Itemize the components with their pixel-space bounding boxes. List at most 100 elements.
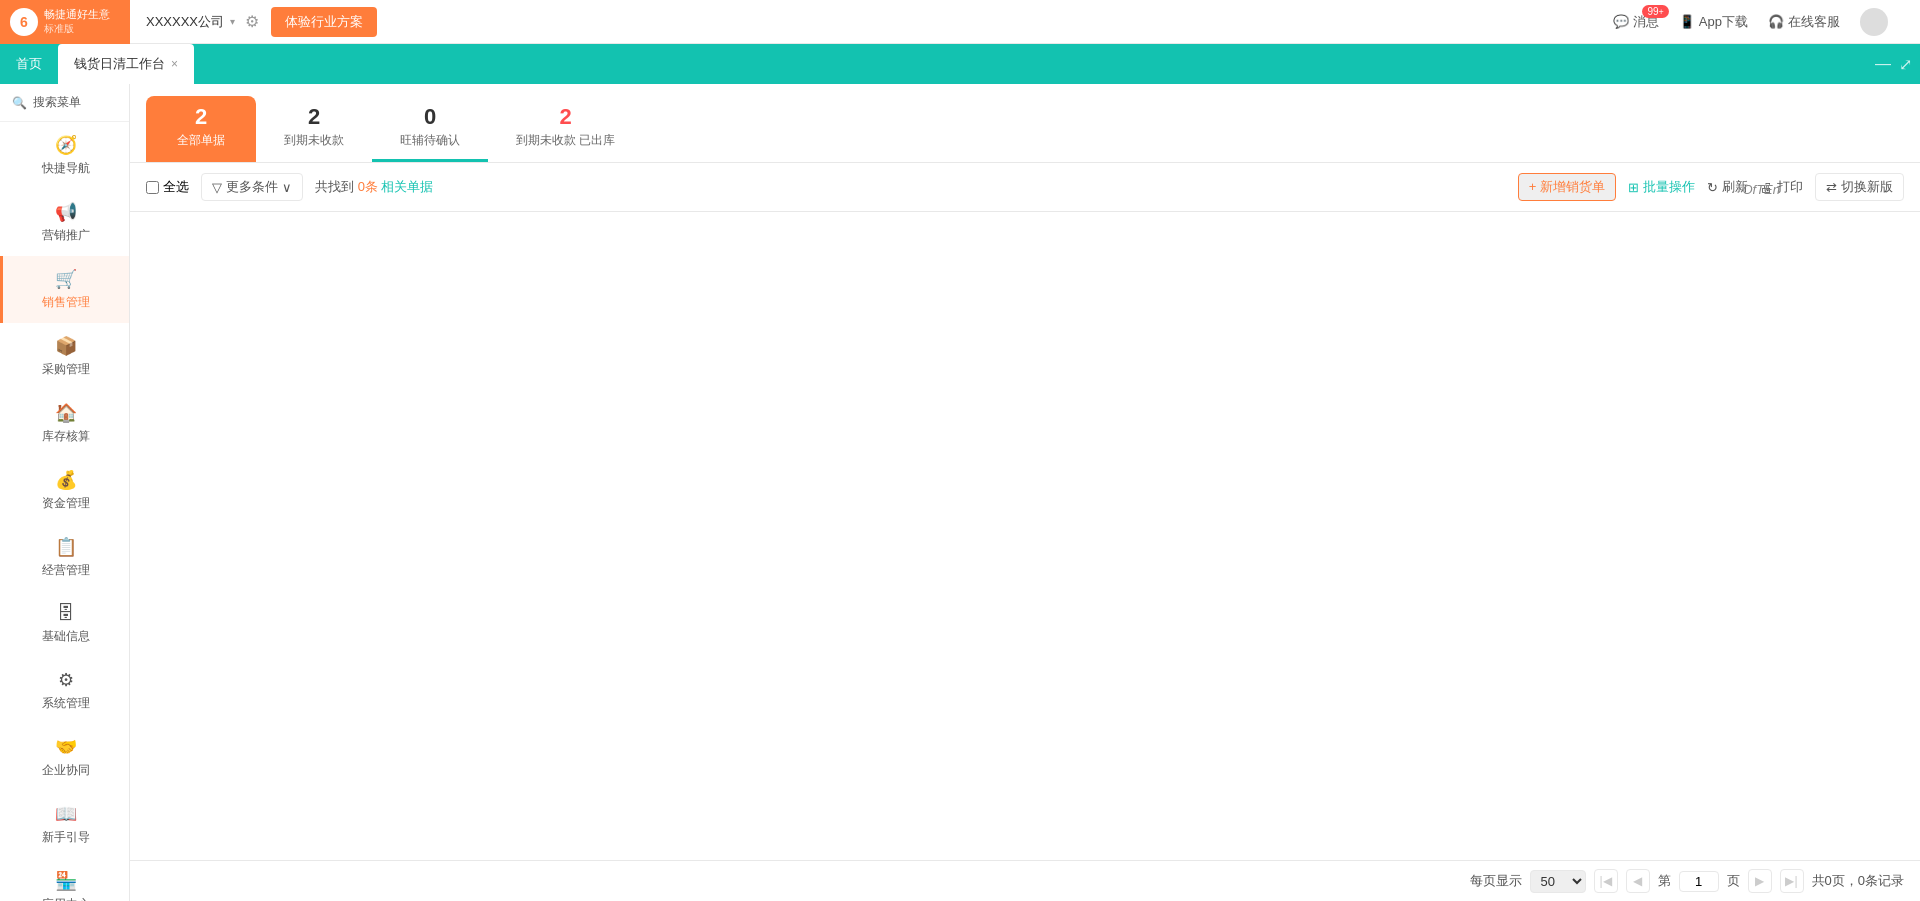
sidebar-item-quick-nav[interactable]: 🧭 快捷导航 — [0, 122, 129, 189]
page-prev-button[interactable]: ◀ — [1626, 869, 1650, 893]
add-sales-order-button[interactable]: + 新增销货单 — [1518, 173, 1616, 201]
switch-label: 切换新版 — [1841, 178, 1893, 196]
sidebar-item-guide[interactable]: 📖 新手引导 — [0, 791, 129, 858]
select-all-checkbox[interactable]: 全选 — [146, 178, 189, 196]
pagination: 每页显示 50 20 100 |◀ ◀ 第 页 ▶ ▶| 共0页，0条记录 — [130, 860, 1920, 901]
stat-label-overdue: 到期未收款 — [284, 132, 344, 149]
app-center-icon: 🏪 — [55, 870, 77, 892]
top-bar: 6 畅捷通好生意 标准版 XXXXXX公司 ▾ ⚙ 体验行业方案 💬 消息 99… — [0, 0, 1920, 44]
sidebar-item-inventory[interactable]: 🏠 库存核算 — [0, 390, 129, 457]
sidebar-item-system[interactable]: ⚙ 系统管理 — [0, 657, 129, 724]
select-all-input[interactable] — [146, 181, 159, 194]
toolbar: 全选 ▽ 更多条件 ∨ 共找到 0条 相关单据 + 新增销货单 ⊞ 批量操作 ↻ — [130, 163, 1920, 212]
switch-new-version-button[interactable]: ⇄ 切换新版 — [1815, 173, 1904, 201]
sidebar-item-finance[interactable]: 💰 资金管理 — [0, 457, 129, 524]
app-download-button[interactable]: 📱 App下载 — [1679, 13, 1748, 31]
sidebar-item-label: 应用中心 — [42, 896, 90, 901]
page-number-input[interactable] — [1679, 871, 1719, 892]
stat-tab-all[interactable]: 2 全部单据 — [146, 96, 256, 162]
tab-home[interactable]: 首页 — [0, 44, 58, 84]
guide-icon: 📖 — [55, 803, 77, 825]
batch-label: 批量操作 — [1643, 178, 1695, 196]
tab-workbench-label: 钱货日清工作台 — [74, 55, 165, 73]
trial-button[interactable]: 体验行业方案 — [271, 7, 377, 37]
select-all-label: 全选 — [163, 178, 189, 196]
per-page-select[interactable]: 50 20 100 — [1530, 870, 1586, 893]
online-service-button[interactable]: 🎧 在线客服 — [1768, 13, 1840, 31]
sidebar-item-operations[interactable]: 📋 经营管理 — [0, 524, 129, 591]
logo-area: 6 畅捷通好生意 标准版 — [0, 0, 130, 44]
settings-icon[interactable]: ⚙ — [245, 12, 259, 31]
base-info-icon: 🗄 — [57, 603, 75, 624]
tab-home-label: 首页 — [16, 55, 42, 73]
sidebar-item-app-center[interactable]: 🏪 应用中心 — [0, 858, 129, 901]
sidebar-item-label: 经营管理 — [42, 562, 90, 579]
service-icon: 🎧 — [1768, 14, 1784, 29]
inventory-icon: 🏠 — [55, 402, 77, 424]
tab-close-icon[interactable]: × — [171, 57, 178, 71]
total-label: 共0页，0条记录 — [1812, 872, 1904, 890]
window-maximize-button[interactable]: ⤢ — [1899, 55, 1912, 74]
quick-nav-icon: 🧭 — [55, 134, 77, 156]
sidebar: 🔍 搜索菜单 🧭 快捷导航 📢 营销推广 🛒 销售管理 📦 采购管理 🏠 库存核… — [0, 84, 130, 901]
app-download-label: App下载 — [1699, 13, 1748, 31]
sidebar-item-sales[interactable]: 🛒 销售管理 — [0, 256, 129, 323]
found-link[interactable]: 相关单据 — [381, 179, 433, 194]
avatar[interactable] — [1860, 8, 1888, 36]
tab-bar: 首页 钱货日清工作台 × — ⤢ — [0, 44, 1920, 84]
sidebar-item-label: 快捷导航 — [42, 160, 90, 177]
purchase-icon: 📦 — [55, 335, 77, 357]
switch-icon: ⇄ — [1826, 180, 1837, 195]
sidebar-item-purchase[interactable]: 📦 采购管理 — [0, 323, 129, 390]
main-layout: 🔍 搜索菜单 🧭 快捷导航 📢 营销推广 🛒 销售管理 📦 采购管理 🏠 库存核… — [0, 84, 1920, 901]
often-label: OfTEn — [1742, 182, 1780, 197]
stat-num-overdue: 2 — [308, 104, 320, 130]
top-right-area: 💬 消息 99+ 📱 App下载 🎧 在线客服 — [1613, 8, 1908, 36]
sidebar-item-label: 企业协同 — [42, 762, 90, 779]
stats-tabs: 2 全部单据 2 到期未收款 0 旺辅待确认 2 到期未收款 已出库 — [130, 84, 1920, 163]
page-first-button[interactable]: |◀ — [1594, 869, 1618, 893]
page-label: 第 — [1658, 872, 1671, 890]
chevron-down-icon: ▾ — [230, 16, 235, 27]
logo-sub: 标准版 — [44, 22, 110, 36]
refresh-icon: ↻ — [1707, 180, 1718, 195]
batch-operation-button[interactable]: ⊞ 批量操作 — [1628, 178, 1695, 196]
stat-tab-pending[interactable]: 0 旺辅待确认 — [372, 96, 488, 162]
stat-tab-overdue[interactable]: 2 到期未收款 — [256, 96, 372, 162]
marketing-icon: 📢 — [55, 201, 77, 223]
per-page-label: 每页显示 — [1470, 872, 1522, 890]
company-selector[interactable]: XXXXXX公司 ▾ — [146, 13, 235, 31]
sidebar-item-label: 销售管理 — [42, 294, 90, 311]
filter-button[interactable]: ▽ 更多条件 ∨ — [201, 173, 303, 201]
print-label: 打印 — [1777, 178, 1803, 196]
stat-label-pending: 旺辅待确认 — [400, 132, 460, 149]
found-text: 共找到 0条 相关单据 — [315, 178, 433, 196]
message-badge: 99+ — [1642, 5, 1668, 18]
tab-workbench[interactable]: 钱货日清工作台 × — [58, 44, 194, 84]
finance-icon: 💰 — [55, 469, 77, 491]
download-icon: 📱 — [1679, 14, 1695, 29]
sidebar-item-label: 资金管理 — [42, 495, 90, 512]
sidebar-item-label: 系统管理 — [42, 695, 90, 712]
system-icon: ⚙ — [58, 669, 74, 691]
sidebar-search-label: 搜索菜单 — [33, 94, 81, 111]
stat-num-pending: 0 — [424, 104, 436, 130]
toolbar-right: + 新增销货单 ⊞ 批量操作 ↻ 刷新 🖨 打印 ⇄ 切换新版 — [1518, 173, 1904, 201]
page-next-button[interactable]: ▶ — [1748, 869, 1772, 893]
content-area: 2 全部单据 2 到期未收款 0 旺辅待确认 2 到期未收款 已出库 全选 — [130, 84, 1920, 901]
logo-title: 畅捷通好生意 — [44, 7, 110, 21]
message-button[interactable]: 💬 消息 99+ — [1613, 13, 1659, 31]
sidebar-search[interactable]: 🔍 搜索菜单 — [0, 84, 129, 122]
message-icon: 💬 — [1613, 14, 1629, 29]
window-minimize-button[interactable]: — — [1875, 55, 1891, 74]
page-last-button[interactable]: ▶| — [1780, 869, 1804, 893]
filter-label: 更多条件 — [226, 178, 278, 196]
sidebar-item-enterprise[interactable]: 🤝 企业协同 — [0, 724, 129, 791]
sidebar-item-marketing[interactable]: 📢 营销推广 — [0, 189, 129, 256]
sidebar-item-label: 营销推广 — [42, 227, 90, 244]
stat-num-all: 2 — [195, 104, 207, 130]
sidebar-item-base-info[interactable]: 🗄 基础信息 — [0, 591, 129, 657]
page-suffix: 页 — [1727, 872, 1740, 890]
stat-tab-shipped[interactable]: 2 到期未收款 已出库 — [488, 96, 643, 162]
stat-num-shipped: 2 — [560, 104, 572, 130]
